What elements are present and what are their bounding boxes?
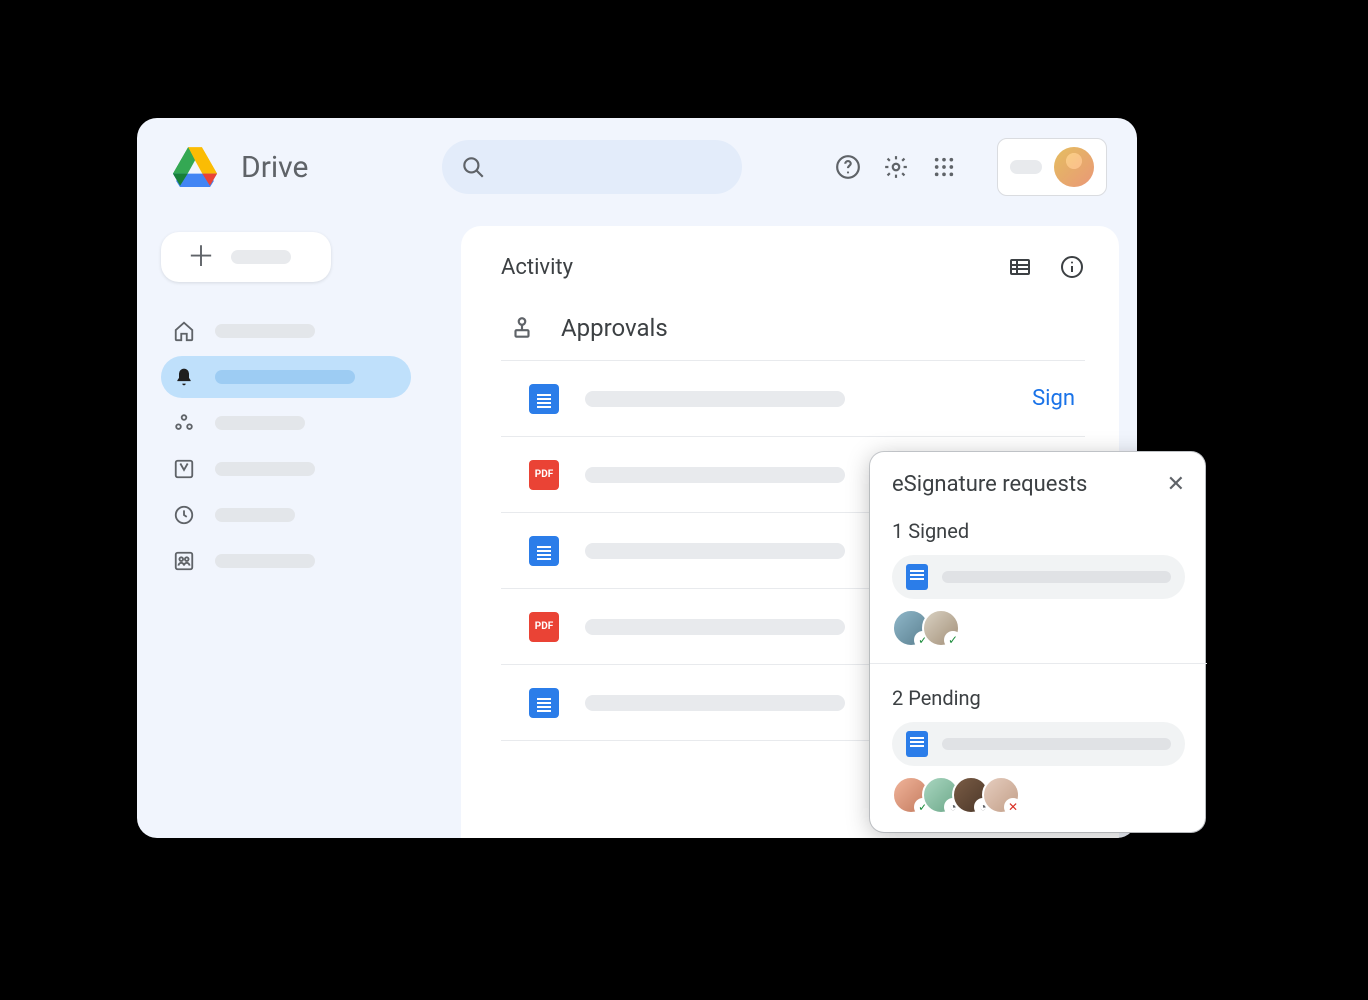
sidebar-item-shared[interactable] — [161, 402, 411, 444]
nav-list — [161, 310, 433, 582]
main-header: Activity — [501, 254, 1085, 280]
apps-grid-icon[interactable] — [931, 154, 957, 180]
account-switcher[interactable] — [997, 138, 1107, 196]
popup-title: eSignature requests — [892, 472, 1167, 497]
home-icon — [173, 320, 195, 342]
divider — [870, 663, 1207, 664]
gear-icon[interactable] — [883, 154, 909, 180]
sidebar-item-mydrive[interactable] — [161, 448, 411, 490]
signed-group: 1 Signed ✓ ✓ — [892, 519, 1185, 647]
pending-signers: ✓ ◔ ◔ ✕ — [892, 776, 1185, 814]
pdf-file-icon: PDF — [529, 612, 559, 642]
search-icon — [460, 154, 486, 180]
pending-doc-chip[interactable] — [892, 722, 1185, 766]
signer-avatar[interactable]: ✕ — [982, 776, 1020, 814]
x-icon: ✕ — [1004, 798, 1022, 816]
clock-icon — [173, 504, 195, 526]
drive-icon — [173, 458, 195, 480]
new-label-placeholder — [231, 250, 291, 264]
pending-group-title: 2 Pending — [892, 686, 1185, 710]
esignature-popup: eSignature requests ✕ 1 Signed ✓ ✓ 2 Pen… — [870, 452, 1205, 832]
header-actions — [835, 138, 1107, 196]
sidebar: ＋ — [137, 214, 445, 838]
shared-icon — [173, 412, 195, 434]
signed-signers: ✓ ✓ — [892, 609, 1185, 647]
app-title: Drive — [241, 150, 308, 185]
avatar — [1054, 147, 1094, 187]
sidebar-item-recent[interactable] — [161, 494, 411, 536]
doc-file-icon — [529, 688, 559, 718]
signed-group-title: 1 Signed — [892, 519, 1185, 543]
doc-file-icon — [529, 384, 559, 414]
help-icon[interactable] — [835, 154, 861, 180]
header: Drive — [137, 118, 1137, 210]
info-icon[interactable] — [1059, 254, 1085, 280]
account-label-placeholder — [1010, 160, 1042, 174]
check-icon: ✓ — [944, 631, 962, 649]
section-title: Approvals — [561, 314, 668, 342]
doc-file-icon — [906, 564, 928, 590]
pdf-file-icon: PDF — [529, 460, 559, 490]
drive-logo-icon — [173, 147, 217, 187]
bell-icon — [173, 366, 195, 388]
signed-doc-chip[interactable] — [892, 555, 1185, 599]
list-item[interactable]: Sign — [501, 361, 1085, 437]
doc-file-icon — [529, 536, 559, 566]
sidebar-item-home[interactable] — [161, 310, 411, 352]
search-input[interactable] — [442, 140, 742, 194]
people-icon — [173, 550, 195, 572]
sidebar-item-activity[interactable] — [161, 356, 411, 398]
signer-avatar[interactable]: ✓ — [922, 609, 960, 647]
page-title: Activity — [501, 255, 573, 280]
doc-file-icon — [906, 731, 928, 757]
pending-group: 2 Pending ✓ ◔ ◔ ✕ — [892, 686, 1185, 814]
close-icon[interactable]: ✕ — [1167, 472, 1185, 497]
sidebar-item-people[interactable] — [161, 540, 411, 582]
list-view-icon[interactable] — [1007, 254, 1033, 280]
new-button[interactable]: ＋ — [161, 232, 331, 282]
section-header: Approvals — [501, 314, 1085, 361]
sign-button[interactable]: Sign — [1032, 386, 1075, 411]
approvals-icon — [509, 315, 535, 341]
